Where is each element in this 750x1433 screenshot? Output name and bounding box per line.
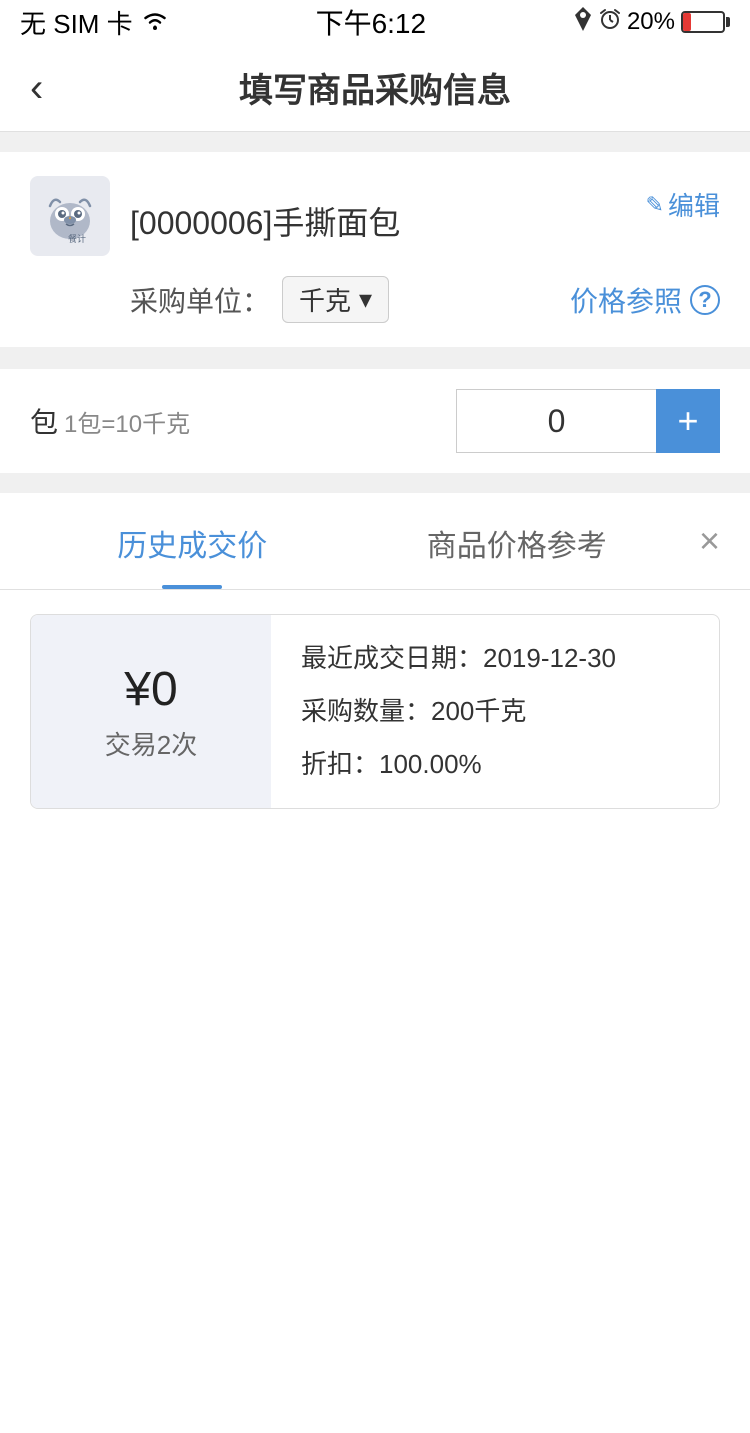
tab-product-price-ref[interactable]: 商品价格参考 <box>354 493 678 589</box>
location-icon <box>573 7 593 38</box>
edit-label: 编辑 <box>668 186 720 223</box>
bottom-area <box>0 833 750 1433</box>
status-time: 下午6:12 <box>316 2 427 42</box>
divider-1 <box>0 347 750 367</box>
unit-value: 千克 <box>299 281 351 318</box>
product-header: 餐计 [0000006]手撕面包 ✎ 编辑 <box>30 176 720 256</box>
alarm-icon <box>599 8 621 37</box>
back-button[interactable]: ‹ <box>30 68 43 108</box>
discount-label: 折扣： <box>301 749 379 779</box>
discount-row: 折扣：100.00% <box>301 745 616 784</box>
qty-controls: + <box>456 389 720 453</box>
price-card-right: 最近成交日期：2019-12-30 采购数量：200千克 折扣：100.00% <box>271 615 646 808</box>
purchase-qty-label: 采购数量： <box>301 696 431 726</box>
recent-date-row: 最近成交日期：2019-12-30 <box>301 639 616 678</box>
info-icon: ? <box>690 285 720 315</box>
price-panel: 历史成交价 商品价格参考 × ¥0 交易2次 最近成交日期：2019-12-30… <box>0 493 750 833</box>
svg-text:餐计: 餐计 <box>68 233 86 244</box>
recent-date-label: 最近成交日期： <box>301 643 483 673</box>
price-tabs: 历史成交价 商品价格参考 × <box>0 493 750 590</box>
qty-label: 包 1包=10千克 <box>30 401 190 441</box>
unit-select[interactable]: 千克 ▾ <box>282 276 389 323</box>
product-unit-row: 采购单位： 千克 ▾ 价格参照 ? <box>30 276 720 323</box>
chevron-down-icon: ▾ <box>359 284 372 315</box>
price-ref-link[interactable]: 价格参照 ? <box>570 280 720 320</box>
price-panel-close-button[interactable]: × <box>679 520 720 562</box>
wifi-icon <box>141 7 169 38</box>
status-bar: 无 SIM 卡 下午6:12 20 <box>0 0 750 44</box>
qty-plus-button[interactable]: + <box>656 389 720 453</box>
product-left: 餐计 [0000006]手撕面包 <box>30 176 400 256</box>
price-card: ¥0 交易2次 最近成交日期：2019-12-30 采购数量：200千克 折扣：… <box>30 614 720 809</box>
battery-percent: 20% <box>627 8 675 36</box>
unit-label: 采购单位： <box>130 280 270 320</box>
status-left: 无 SIM 卡 <box>20 4 169 41</box>
divider-2 <box>0 473 750 493</box>
discount-value: 100.00% <box>379 749 482 779</box>
product-thumbnail: 餐计 <box>30 176 110 256</box>
price-ref-label: 价格参照 <box>570 280 682 320</box>
product-name: [0000006]手撕面包 <box>130 188 400 244</box>
qty-input[interactable] <box>456 389 656 453</box>
product-logo-icon: 餐计 <box>40 186 100 246</box>
qty-equivalent: 1包=10千克 <box>64 404 190 439</box>
product-card: 餐计 [0000006]手撕面包 ✎ 编辑 采购单位： 千克 ▾ 价格参照 ? <box>0 152 750 347</box>
price-amount: ¥0 <box>124 662 177 717</box>
purchase-qty-value: 200千克 <box>431 696 526 726</box>
carrier-text: 无 SIM 卡 <box>20 4 133 41</box>
qty-row: 包 1包=10千克 + <box>0 369 750 473</box>
edit-icon: ✎ <box>646 192 664 218</box>
status-right: 20% <box>573 7 730 38</box>
purchase-qty-row: 采购数量：200千克 <box>301 692 616 731</box>
price-card-left: ¥0 交易2次 <box>31 615 271 808</box>
battery-icon <box>681 11 730 33</box>
edit-link[interactable]: ✎ 编辑 <box>646 176 720 223</box>
qty-pack-label: 包 <box>30 401 58 441</box>
recent-date-value: 2019-12-30 <box>483 643 616 673</box>
nav-bar: ‹ 填写商品采购信息 <box>0 44 750 132</box>
price-transactions: 交易2次 <box>105 725 197 762</box>
tab-history-price[interactable]: 历史成交价 <box>30 493 354 589</box>
page-title: 填写商品采购信息 <box>239 63 511 112</box>
price-card-container: ¥0 交易2次 最近成交日期：2019-12-30 采购数量：200千克 折扣：… <box>0 590 750 833</box>
